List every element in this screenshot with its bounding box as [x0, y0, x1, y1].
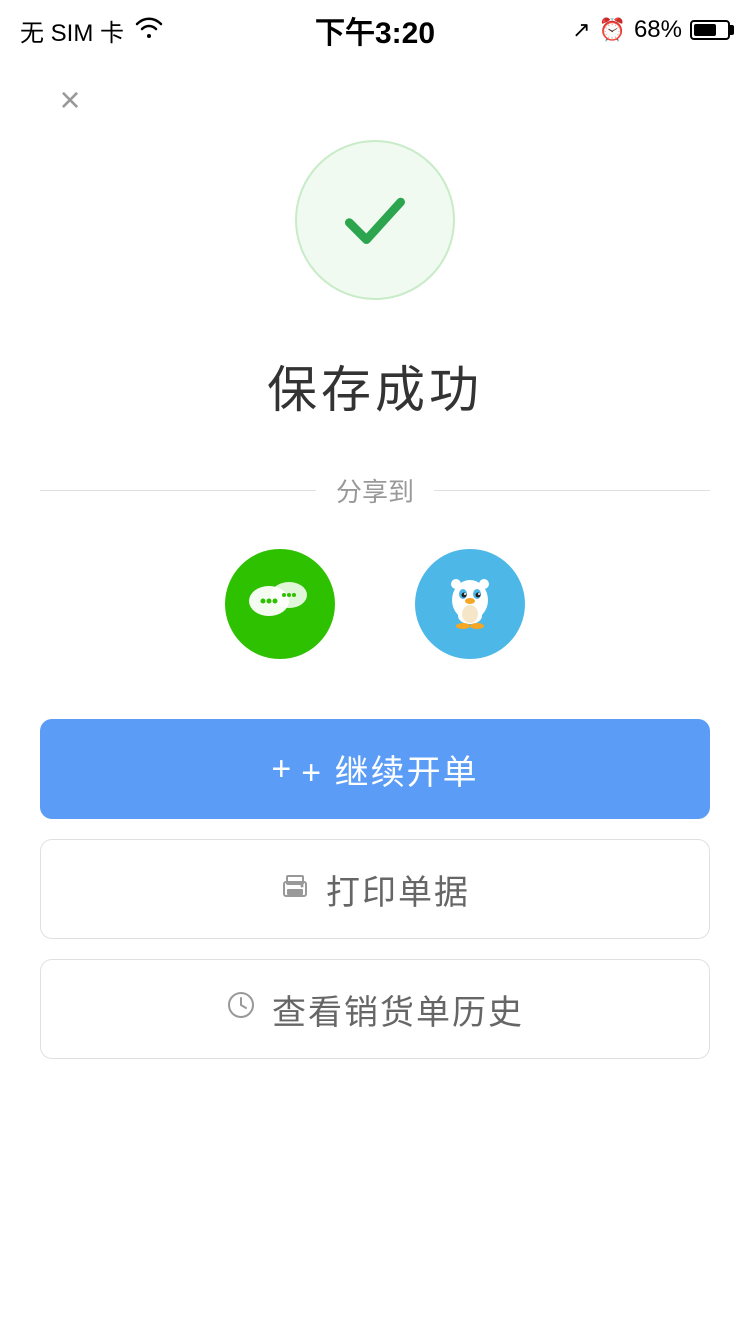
checkmark-icon — [335, 190, 415, 250]
divider-left — [40, 490, 316, 491]
continue-button[interactable]: + + 继续开单 — [40, 719, 710, 819]
status-bar: 无 SIM 卡 下午3:20 ↗ ⏰ 68% — [0, 0, 750, 60]
wechat-share-button[interactable] — [225, 549, 335, 659]
divider-right — [434, 490, 710, 491]
history-button[interactable]: 查看销货单历史 — [40, 959, 710, 1059]
success-circle — [295, 140, 455, 300]
continue-label: + 继续开单 — [301, 745, 478, 794]
main-content: 保存成功 分享到 — [0, 60, 750, 1059]
alarm-icon: ⏰ — [599, 17, 626, 43]
history-icon — [226, 990, 256, 1029]
close-button[interactable]: × — [40, 70, 100, 130]
share-section: 分享到 — [0, 472, 750, 659]
success-title: 保存成功 — [267, 350, 483, 422]
status-left: 无 SIM 卡 — [20, 13, 164, 48]
qq-share-button[interactable] — [415, 549, 525, 659]
close-icon: × — [59, 79, 80, 121]
share-divider: 分享到 — [0, 472, 750, 509]
plus-icon: + — [271, 750, 293, 789]
no-sim-text: 无 SIM 卡 — [20, 13, 124, 48]
print-button[interactable]: 打印单据 — [40, 839, 710, 939]
location-icon: ↗ — [572, 17, 590, 43]
status-time: 下午3:20 — [315, 8, 435, 52]
qq-icon — [436, 570, 504, 638]
share-label: 分享到 — [316, 472, 434, 509]
status-right: ↗ ⏰ 68% — [572, 16, 730, 44]
share-icons — [225, 549, 525, 659]
print-label: 打印单据 — [326, 865, 470, 914]
battery-fill — [694, 24, 716, 36]
history-label: 查看销货单历史 — [272, 985, 524, 1034]
print-icon — [280, 870, 310, 909]
wifi-icon — [134, 16, 164, 45]
battery-bar — [690, 20, 730, 40]
wechat-icon — [245, 569, 315, 639]
action-buttons: + + 继续开单 打印单据 查看销货单历史 — [0, 719, 750, 1059]
battery-percent: 68% — [634, 16, 682, 44]
